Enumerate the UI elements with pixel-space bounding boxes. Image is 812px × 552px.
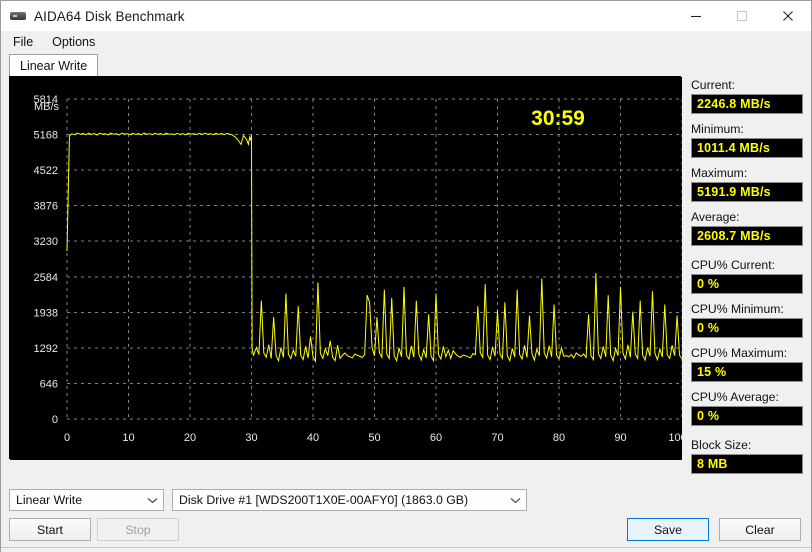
- stat-box-minimum: 1011.4 MB/s: [691, 138, 803, 158]
- stat-value-cpu-maximum: 15 %: [697, 365, 727, 379]
- y-tick-label: 1938: [34, 307, 58, 319]
- tab-linear-write[interactable]: Linear Write: [9, 54, 99, 76]
- stat-box-cpu-maximum: 15 %: [691, 362, 803, 382]
- benchmark-mode-value: Linear Write: [16, 493, 83, 507]
- menu-item-file[interactable]: File: [9, 33, 42, 52]
- x-tick-label: 90: [614, 432, 626, 444]
- maximize-button[interactable]: [719, 1, 765, 31]
- y-tick-label: 1292: [34, 343, 58, 355]
- x-tick-label: 80: [553, 432, 565, 444]
- drive-select[interactable]: Disk Drive #1 [WDS200T1X0E-00AFY0] (1863…: [172, 489, 527, 511]
- stat-label-cpu-maximum: CPU% Maximum:: [691, 346, 788, 360]
- disk-drive-icon: [10, 8, 26, 24]
- y-tick-label: 646: [40, 378, 58, 390]
- close-button[interactable]: [765, 1, 811, 31]
- stat-box-cpu-current: 0 %: [691, 274, 803, 294]
- elapsed-timer: 30:59: [531, 107, 585, 130]
- x-tick-label: 30: [245, 432, 257, 444]
- warning-bar: Write tests will DESTROY ALL DATA on the…: [1, 547, 811, 552]
- stat-value-maximum: 5191.9 MB/s: [697, 185, 771, 199]
- menu-bar: File Options: [1, 31, 811, 53]
- stat-box-block-size: 8 MB: [691, 454, 803, 474]
- y-tick-label: 0: [52, 414, 58, 426]
- window-title: AIDA64 Disk Benchmark: [34, 8, 185, 24]
- stat-label-minimum: Minimum:: [691, 122, 744, 136]
- tab-strip: Linear Write: [1, 53, 811, 76]
- clear-button[interactable]: Clear: [719, 518, 801, 541]
- stat-value-block-size: 8 MB: [697, 457, 728, 471]
- window-controls: [673, 1, 811, 31]
- controls-area: Linear Write Disk Drive #1 [WDS200T1X0E-…: [1, 482, 811, 541]
- stat-box-cpu-average: 0 %: [691, 406, 803, 426]
- x-tick-label: 0: [64, 432, 70, 444]
- x-tick-label: 100 %: [668, 432, 682, 444]
- y-tick-label: 4522: [34, 165, 58, 177]
- x-tick-label: 20: [184, 432, 196, 444]
- selector-row: Linear Write Disk Drive #1 [WDS200T1X0E-…: [9, 489, 803, 511]
- stat-value-cpu-current: 0 %: [697, 277, 720, 291]
- y-tick-label: 3230: [34, 236, 58, 248]
- stat-label-maximum: Maximum:: [691, 166, 748, 180]
- stat-box-current: 2246.8 MB/s: [691, 94, 803, 114]
- benchmark-chart: 0 646 1292 1938 2584 3230 3876 4522 5168 5814 0 10 2…: [9, 76, 682, 460]
- stat-value-minimum: 1011.4 MB/s: [697, 141, 771, 155]
- minimize-button[interactable]: [673, 1, 719, 31]
- stat-box-cpu-minimum: 0 %: [691, 318, 803, 338]
- button-row: Start Stop Save Clear: [9, 518, 803, 541]
- stat-label-average: Average:: [691, 210, 740, 224]
- y-tick-label: 2584: [34, 272, 58, 284]
- stat-label-cpu-current: CPU% Current:: [691, 258, 775, 272]
- menu-item-options[interactable]: Options: [48, 33, 104, 52]
- stat-box-average: 2608.7 MB/s: [691, 226, 803, 246]
- chevron-down-icon: [506, 497, 524, 504]
- chart-canvas: 0646129219382584323038764522516858140 10 2…: [10, 77, 682, 460]
- start-button[interactable]: Start: [9, 518, 91, 541]
- chevron-down-icon: [143, 497, 161, 504]
- stop-button: Stop: [97, 518, 179, 541]
- aida64-disk-benchmark-window: AIDA64 Disk Benchmark File Options Linea…: [0, 0, 812, 552]
- y-tick-label: 3876: [34, 201, 58, 213]
- stat-value-cpu-average: 0 %: [697, 409, 720, 423]
- stat-value-current: 2246.8 MB/s: [697, 97, 771, 111]
- x-tick-label: 70: [491, 432, 503, 444]
- x-tick-label: 10: [122, 432, 134, 444]
- title-bar: AIDA64 Disk Benchmark: [1, 1, 811, 31]
- content-area: 0 646 1292 1938 2584 3230 3876 4522 5168 5814 0 10 2…: [1, 76, 811, 482]
- x-tick-label: 50: [368, 432, 380, 444]
- stat-box-maximum: 5191.9 MB/s: [691, 182, 803, 202]
- stat-label-current: Current:: [691, 78, 736, 92]
- y-axis-unit-label: MB/s: [34, 101, 60, 113]
- y-tick-label: 5168: [34, 130, 58, 142]
- stat-label-block-size: Block Size:: [691, 438, 752, 452]
- stat-value-cpu-minimum: 0 %: [697, 321, 720, 335]
- x-tick-label: 60: [430, 432, 442, 444]
- stat-value-average: 2608.7 MB/s: [697, 229, 771, 243]
- x-tick-label: 40: [307, 432, 319, 444]
- save-button[interactable]: Save: [627, 518, 709, 541]
- stat-label-cpu-minimum: CPU% Minimum:: [691, 302, 784, 316]
- benchmark-mode-select[interactable]: Linear Write: [9, 489, 164, 511]
- drive-select-value: Disk Drive #1 [WDS200T1X0E-00AFY0] (1863…: [179, 493, 469, 507]
- stat-label-cpu-average: CPU% Average:: [691, 390, 779, 404]
- stats-sidebar: Current: 2246.8 MB/s Minimum: 1011.4 MB/…: [691, 76, 803, 482]
